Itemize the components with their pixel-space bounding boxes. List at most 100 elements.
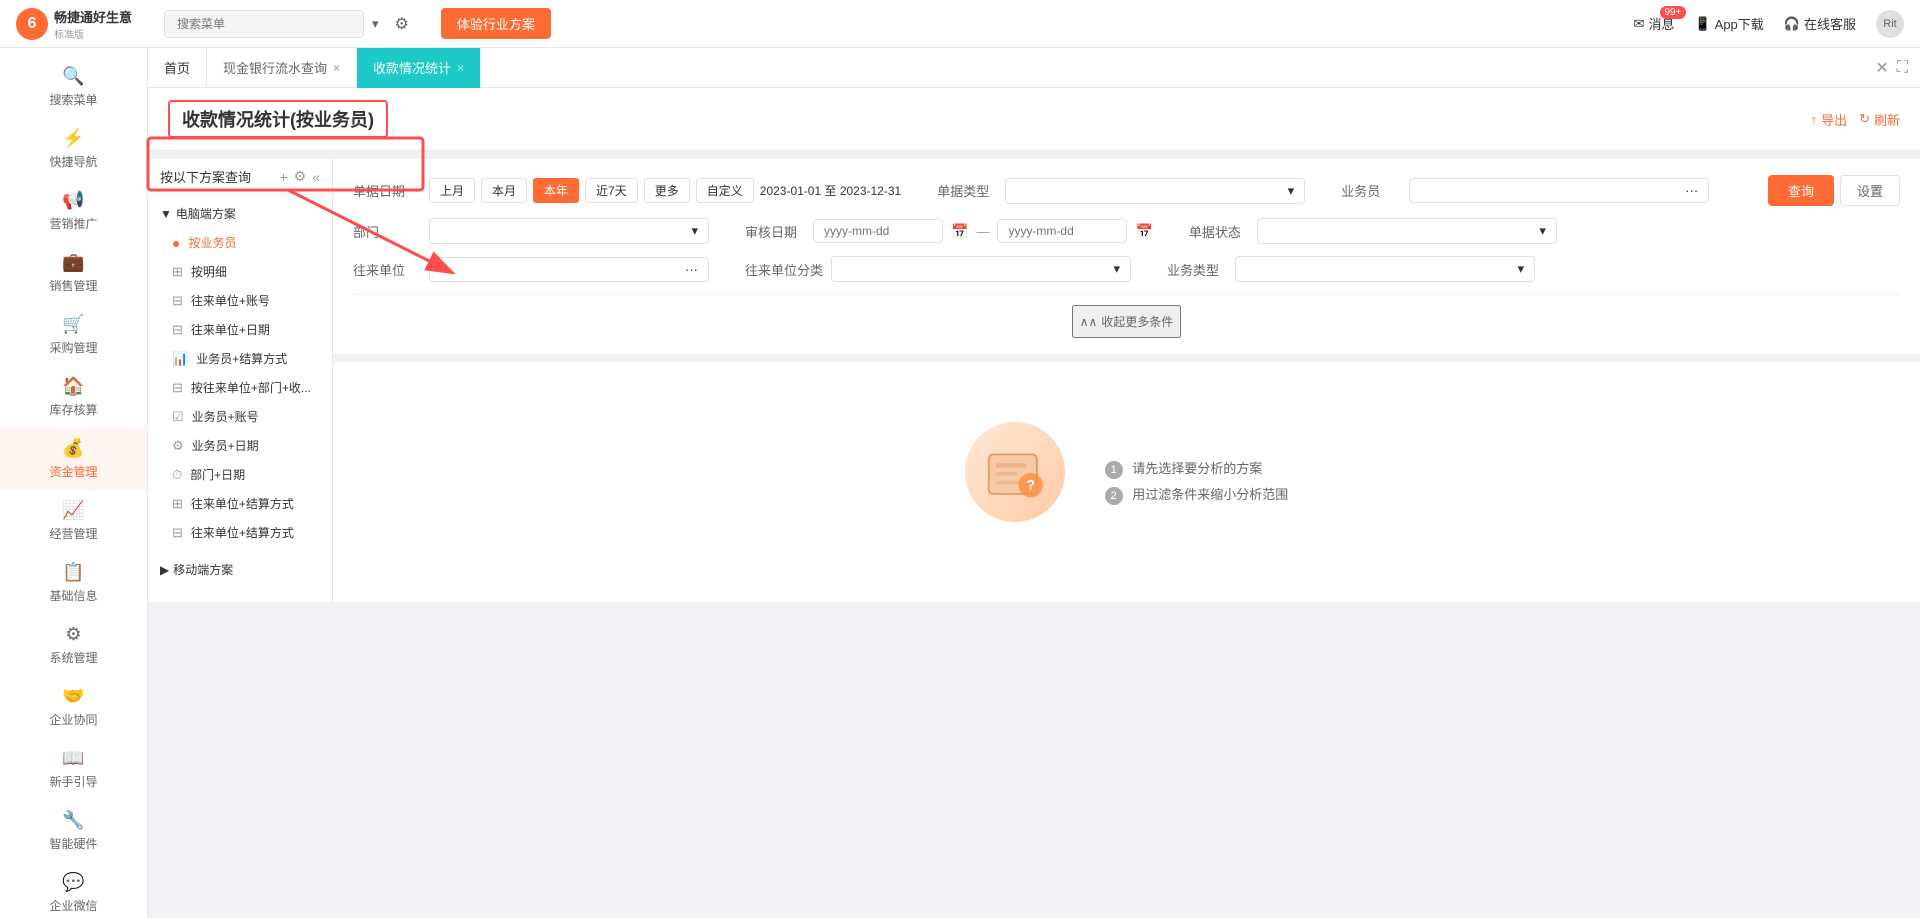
scheme-item-sales-settle[interactable]: 📊 业务员+结算方式	[148, 344, 332, 373]
review-date-filter: 审核日期 📅 — 📅	[745, 219, 1153, 243]
date-range-text: 2023-01-01 至 2023-12-31	[760, 182, 901, 199]
tab-bank-flow-close[interactable]: ×	[333, 61, 340, 75]
sidebar-item-collab[interactable]: 🤝 企业协同	[0, 676, 147, 738]
scheme-group-mobile: ▶ 移动端方案	[148, 551, 332, 588]
calendar-icon-to[interactable]: 📅	[1135, 223, 1152, 240]
date-btn-this-year[interactable]: 本年	[533, 178, 579, 203]
scheme-group-mobile-title[interactable]: ▶ 移动端方案	[148, 555, 332, 584]
export-btn[interactable]: ↑ 导出	[1811, 110, 1848, 129]
online-service-btn[interactable]: 🎧 在线客服	[1784, 14, 1856, 33]
win-close-btn[interactable]: ✕	[1875, 58, 1888, 78]
header-gear-icon[interactable]: ⚙	[395, 14, 409, 34]
sidebar-item-system[interactable]: ⚙ 系统管理	[0, 614, 147, 676]
scheme-add-btn[interactable]: +	[279, 168, 287, 185]
header-search-input[interactable]	[164, 10, 364, 38]
counterparty-cat-select[interactable]: ▾	[831, 256, 1131, 282]
date-btn-7days[interactable]: 近7天	[585, 178, 638, 203]
doc-type-label: 单据类型	[937, 181, 997, 200]
tab-collection-close[interactable]: ×	[457, 61, 464, 75]
date-label: 单据日期	[353, 181, 413, 200]
doc-status-select[interactable]: ▾	[1257, 218, 1557, 244]
scheme-item-label-4: 业务员+结算方式	[196, 350, 287, 367]
scheme-item-party-settle1[interactable]: ⊞ 往来单位+结算方式	[148, 489, 332, 518]
biz-type-select[interactable]: ▾	[1235, 256, 1535, 282]
sidebar-item-search[interactable]: 🔍 搜索菜单	[0, 56, 147, 118]
dept-select[interactable]: ▾	[429, 218, 709, 244]
tab-collection-stats[interactable]: 收款情况统计 ×	[357, 48, 481, 88]
calendar-icon-from[interactable]: 📅	[951, 223, 968, 240]
scheme-item-salesperson[interactable]: ● 按业务员	[148, 228, 332, 257]
sidebar-item-guide[interactable]: 📖 新手引导	[0, 738, 147, 800]
scheme-item-dept-date[interactable]: ⏱ 部门+日期	[148, 460, 332, 489]
doc-status-filter: 单据状态 ▾	[1189, 218, 1557, 244]
header-search-area: ▾ ⚙ 体验行业方案	[164, 8, 1634, 39]
sidebar-item-purchase[interactable]: 🛒 采购管理	[0, 304, 147, 366]
trial-btn[interactable]: 体验行业方案	[441, 8, 551, 39]
main-body: 按以下方案查询 + ⚙ « ▼ 电脑端方案 ●	[148, 159, 1920, 602]
date-sep: —	[976, 224, 989, 239]
sidebar-item-quicknav[interactable]: ⚡ 快捷导航	[0, 118, 147, 180]
sidebar-item-operations[interactable]: 📈 经营管理	[0, 490, 147, 552]
scheme-header-actions: + ⚙ «	[279, 168, 320, 185]
refresh-btn[interactable]: ↻ 刷新	[1859, 110, 1900, 129]
logo-text: 畅捷通好生意	[54, 7, 132, 26]
sidebar-label-sales: 销售管理	[49, 277, 97, 294]
header-right: ✉ 消息 99+ 📱 App下载 🎧 在线客服 Rit	[1634, 10, 1904, 38]
doc-type-select[interactable]: ▾	[1005, 178, 1305, 204]
header-dropdown-btn[interactable]: ▾	[372, 16, 379, 32]
page-title: 收款情况统计(按业务员)	[168, 100, 388, 138]
review-date-to[interactable]	[997, 219, 1127, 243]
scheme-item-detail[interactable]: ⊞ 按明细	[148, 257, 332, 286]
app-download-btn[interactable]: 📱 App下载	[1694, 14, 1763, 33]
sidebar-item-sales[interactable]: 💼 销售管理	[0, 242, 147, 304]
date-btn-this-month[interactable]: 本月	[481, 178, 527, 203]
collapse-more-btn[interactable]: ∧∧ 收起更多条件	[1072, 305, 1182, 338]
search-icon: 🔍	[62, 66, 84, 87]
salesperson-label: 业务员	[1341, 181, 1401, 200]
sidebar-item-marketing[interactable]: 📢 营销推广	[0, 180, 147, 242]
scheme-item-sales-date[interactable]: ⚙ 业务员+日期	[148, 431, 332, 460]
scheme-item-party-date[interactable]: ⊟ 往来单位+日期	[148, 315, 332, 344]
scheme-collapse-btn[interactable]: «	[312, 168, 320, 185]
message-btn[interactable]: ✉ 消息 99+	[1634, 14, 1675, 33]
sidebar-label-quicknav: 快捷导航	[49, 153, 97, 170]
salesperson-select[interactable]: ···	[1409, 178, 1709, 203]
wechat-icon: 💬	[62, 872, 84, 893]
sidebar-item-hardware[interactable]: 🔧 智能硬件	[0, 800, 147, 862]
counterparty-more-btn[interactable]: ···	[685, 262, 698, 277]
step-2-text: 用过滤条件来缩小分析范围	[1132, 487, 1288, 502]
sidebar-item-finance[interactable]: 💰 资金管理	[0, 428, 147, 490]
user-avatar[interactable]: Rit	[1876, 10, 1904, 38]
scheme-group-desktop-title[interactable]: ▼ 电脑端方案	[148, 199, 332, 228]
review-date-from[interactable]	[813, 219, 943, 243]
sidebar-item-inventory[interactable]: 🏠 库存核算	[0, 366, 147, 428]
sidebar-label-guide: 新手引导	[49, 773, 97, 790]
scheme-item-party-settle2[interactable]: ⊟ 往来单位+结算方式	[148, 518, 332, 547]
counterparty-select[interactable]: ···	[429, 257, 709, 282]
filter-panel: 单据日期 上月 本月 本年 近7天 更多 自定义 2023-01-01 至 20…	[333, 159, 1920, 354]
query-btn[interactable]: 查询	[1768, 175, 1834, 206]
refresh-icon: ↻	[1859, 111, 1870, 127]
date-btn-more[interactable]: 更多	[644, 178, 690, 203]
scheme-settings-btn[interactable]: ⚙	[294, 168, 307, 185]
salesperson-more-icon[interactable]: ···	[1685, 183, 1698, 198]
date-btn-last-month[interactable]: 上月	[429, 178, 475, 203]
tab-home[interactable]: 首页	[148, 48, 207, 88]
scheme-item-party-dept[interactable]: ⊟ 按往来单位+部门+收...	[148, 373, 332, 402]
message-icon: ✉	[1634, 16, 1645, 32]
date-btn-custom[interactable]: 自定义	[696, 178, 754, 203]
sidebar-label-collab: 企业协同	[49, 711, 97, 728]
settings-btn[interactable]: 设置	[1840, 175, 1900, 206]
tab-bar: 首页 现金银行流水查询 × 收款情况统计 × ✕ ⛶	[148, 48, 1920, 88]
tab-bank-flow[interactable]: 现金银行流水查询 ×	[207, 48, 357, 88]
collab-icon: 🤝	[62, 686, 84, 707]
sidebar: 🔍 搜索菜单 ⚡ 快捷导航 📢 营销推广 💼 销售管理 🛒 采购管理 🏠 库存核…	[0, 48, 148, 918]
sidebar-item-basicinfo[interactable]: 📋 基础信息	[0, 552, 147, 614]
win-maximize-btn[interactable]: ⛶	[1897, 59, 1908, 77]
counterparty-cat-chevron: ▾	[1113, 261, 1120, 277]
tab-bank-flow-label: 现金银行流水查询	[223, 58, 327, 77]
scheme-item-sales-account[interactable]: ☑ 业务员+账号	[148, 402, 332, 431]
scheme-item-party-account[interactable]: ⊟ 往来单位+账号	[148, 286, 332, 315]
scheme-item-icon-7: ⚙	[172, 438, 184, 454]
sidebar-item-wechat[interactable]: 💬 企业微信	[0, 862, 147, 918]
